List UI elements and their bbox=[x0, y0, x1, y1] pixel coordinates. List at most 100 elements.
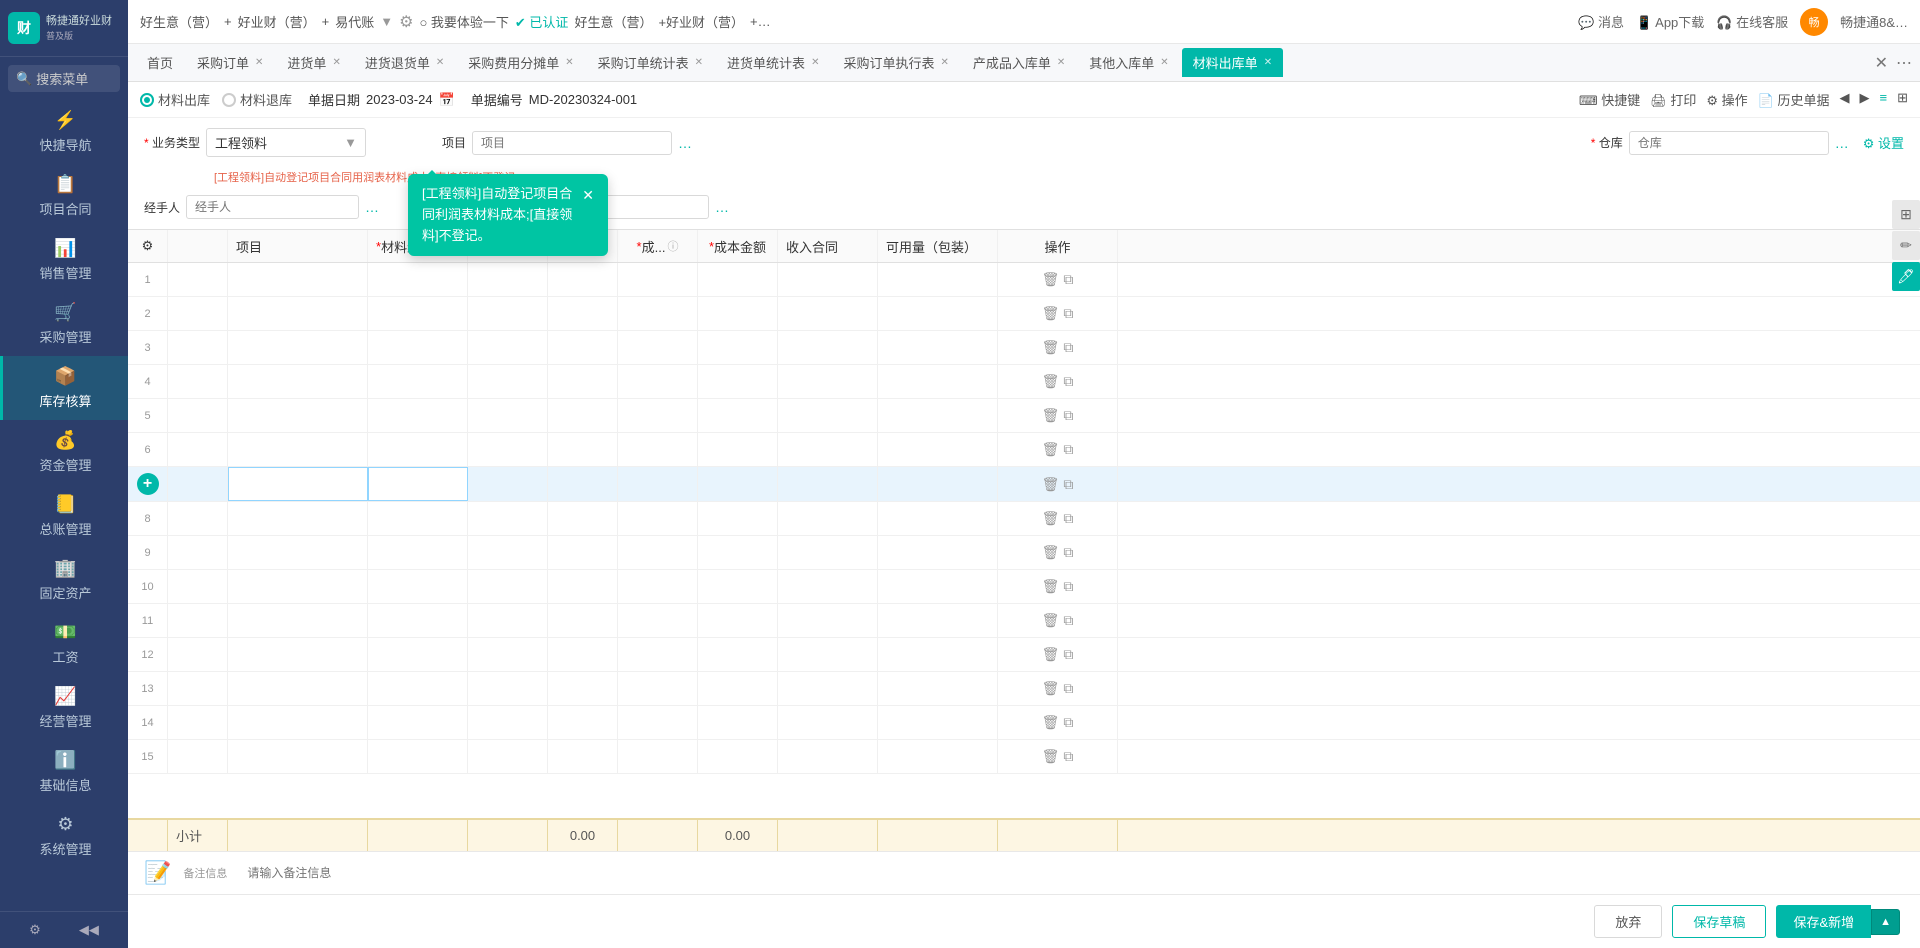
history-btn[interactable]: 📄 历史单据 bbox=[1758, 90, 1830, 109]
link-more[interactable]: +… bbox=[750, 14, 771, 29]
row-col1[interactable] bbox=[228, 672, 368, 705]
row-col6[interactable] bbox=[698, 297, 778, 330]
handler-input[interactable] bbox=[186, 195, 359, 219]
discard-button[interactable]: 放弃 bbox=[1594, 905, 1662, 938]
delete-icon[interactable]: 🗑 bbox=[1040, 678, 1062, 699]
tab-incoming-return[interactable]: 进货退货单 ✕ bbox=[354, 48, 455, 77]
close-icon[interactable]: ✕ bbox=[565, 57, 573, 68]
sidebar-item-fixed-assets[interactable]: 🏢 固定资产 bbox=[0, 548, 128, 612]
row-col7[interactable] bbox=[778, 672, 878, 705]
row-col3[interactable] bbox=[468, 672, 548, 705]
row-col4[interactable] bbox=[548, 399, 618, 432]
row-col8[interactable] bbox=[878, 740, 998, 773]
right-sidebar-btn-1[interactable]: ⊞ bbox=[1892, 200, 1920, 229]
warehouse-input[interactable] bbox=[1629, 131, 1829, 155]
row-col6[interactable] bbox=[698, 604, 778, 637]
delete-icon[interactable]: 🗑 bbox=[1040, 712, 1062, 733]
delete-icon[interactable]: 🗑 bbox=[1040, 644, 1062, 665]
row-col2[interactable] bbox=[368, 672, 468, 705]
row-col2[interactable] bbox=[368, 536, 468, 569]
dropdown-arrow-icon[interactable]: ▼ bbox=[380, 14, 393, 29]
link-haoshengyi[interactable]: 好生意（营） bbox=[140, 12, 218, 31]
row-col8[interactable] bbox=[878, 502, 998, 535]
copy-icon[interactable]: ⧉ bbox=[1061, 712, 1075, 733]
row-col6[interactable] bbox=[698, 433, 778, 466]
row-col8[interactable] bbox=[878, 604, 998, 637]
row-col8[interactable] bbox=[878, 536, 998, 569]
row-col8[interactable] bbox=[878, 672, 998, 705]
sidebar-item-project-contract[interactable]: 📋 项目合同 bbox=[0, 164, 128, 228]
row-col6[interactable] bbox=[698, 706, 778, 739]
collapse-icon[interactable]: ◀◀ bbox=[79, 922, 99, 938]
tab-purchase-expense[interactable]: 采购费用分摊单 ✕ bbox=[457, 48, 584, 77]
row-col5[interactable] bbox=[618, 536, 698, 569]
row-col3[interactable] bbox=[468, 536, 548, 569]
handler-more-btn[interactable]: … bbox=[365, 199, 379, 215]
add-row-btn-cell[interactable]: + bbox=[128, 467, 168, 501]
save-draft-button[interactable]: 保存草稿 bbox=[1672, 905, 1766, 938]
delete-icon[interactable]: 🗑 bbox=[1040, 576, 1062, 597]
row-col7[interactable] bbox=[778, 706, 878, 739]
row-col2[interactable] bbox=[368, 467, 468, 501]
row-col2[interactable] bbox=[368, 365, 468, 398]
row-col3[interactable] bbox=[468, 706, 548, 739]
project-more-btn[interactable]: … bbox=[678, 135, 692, 151]
row-col1[interactable] bbox=[228, 570, 368, 603]
row-col2[interactable] bbox=[368, 706, 468, 739]
settings-form-btn[interactable]: ⚙ 设置 bbox=[1863, 133, 1904, 152]
row-col7[interactable] bbox=[778, 297, 878, 330]
link-haoyecai[interactable]: 好业财（营） bbox=[238, 12, 316, 31]
row-col7[interactable] bbox=[778, 331, 878, 364]
row-col8[interactable] bbox=[878, 399, 998, 432]
copy-icon[interactable]: ⧉ bbox=[1061, 610, 1075, 631]
link-haoshengyi2[interactable]: 好生意（营） bbox=[574, 12, 652, 31]
row-col3[interactable] bbox=[468, 604, 548, 637]
row-col7[interactable] bbox=[778, 399, 878, 432]
copy-icon[interactable]: ⧉ bbox=[1061, 576, 1075, 597]
row-col4[interactable] bbox=[548, 740, 618, 773]
view-toggle-grid[interactable]: ⊞ bbox=[1897, 90, 1908, 109]
experience-link[interactable]: ○ 我要体验一下 bbox=[419, 12, 508, 31]
row-col8[interactable] bbox=[878, 331, 998, 364]
sidebar-item-system[interactable]: ⚙ 系统管理 bbox=[0, 804, 128, 868]
calendar-icon[interactable]: 📅 bbox=[439, 92, 455, 108]
delete-icon[interactable]: 🗑 bbox=[1040, 337, 1062, 358]
copy-icon[interactable]: ⧉ bbox=[1061, 508, 1075, 529]
delete-icon[interactable]: 🗑 bbox=[1040, 508, 1062, 529]
delete-icon[interactable]: 🗑 bbox=[1040, 610, 1062, 631]
row-col7[interactable] bbox=[778, 740, 878, 773]
row-col7[interactable] bbox=[778, 365, 878, 398]
row-col5[interactable] bbox=[618, 706, 698, 739]
settings-bottom-icon[interactable]: ⚙ bbox=[29, 922, 41, 938]
row-col3[interactable] bbox=[468, 399, 548, 432]
row-col5[interactable] bbox=[618, 604, 698, 637]
row-col7[interactable] bbox=[778, 263, 878, 296]
row-col4[interactable] bbox=[548, 672, 618, 705]
copy-icon[interactable]: ⧉ bbox=[1061, 746, 1075, 767]
print-btn[interactable]: 🖨 打印 bbox=[1650, 90, 1696, 109]
shortcut-btn[interactable]: ⌨ 快捷键 bbox=[1579, 90, 1640, 109]
row-col6[interactable] bbox=[698, 672, 778, 705]
row-col7[interactable] bbox=[778, 536, 878, 569]
row-col6[interactable] bbox=[698, 638, 778, 671]
sidebar-item-operations[interactable]: 📈 经营管理 bbox=[0, 676, 128, 740]
row-col1[interactable] bbox=[228, 263, 368, 296]
row-col1[interactable] bbox=[228, 638, 368, 671]
row-col4[interactable] bbox=[548, 638, 618, 671]
row-col5[interactable] bbox=[618, 297, 698, 330]
operations-btn[interactable]: ⚙ 操作 bbox=[1706, 90, 1747, 109]
right-sidebar-btn-2[interactable]: ✏ bbox=[1892, 231, 1920, 260]
row-col3[interactable] bbox=[468, 297, 548, 330]
app-download-btn[interactable]: 📱 App下载 bbox=[1636, 12, 1704, 31]
row-col1[interactable] bbox=[228, 740, 368, 773]
row-col8[interactable] bbox=[878, 706, 998, 739]
close-icon[interactable]: ✕ bbox=[695, 57, 703, 68]
row-col2[interactable] bbox=[368, 399, 468, 432]
row-col1[interactable] bbox=[228, 706, 368, 739]
project-input[interactable] bbox=[472, 131, 672, 155]
tab-finished-goods[interactable]: 产成品入库单 ✕ bbox=[962, 48, 1076, 77]
view-toggle-list[interactable]: ≡ bbox=[1880, 90, 1888, 109]
row-col6[interactable] bbox=[698, 570, 778, 603]
message-btn[interactable]: 💬 消息 bbox=[1578, 12, 1624, 31]
online-service-btn[interactable]: 🎧 在线客服 bbox=[1716, 12, 1788, 31]
